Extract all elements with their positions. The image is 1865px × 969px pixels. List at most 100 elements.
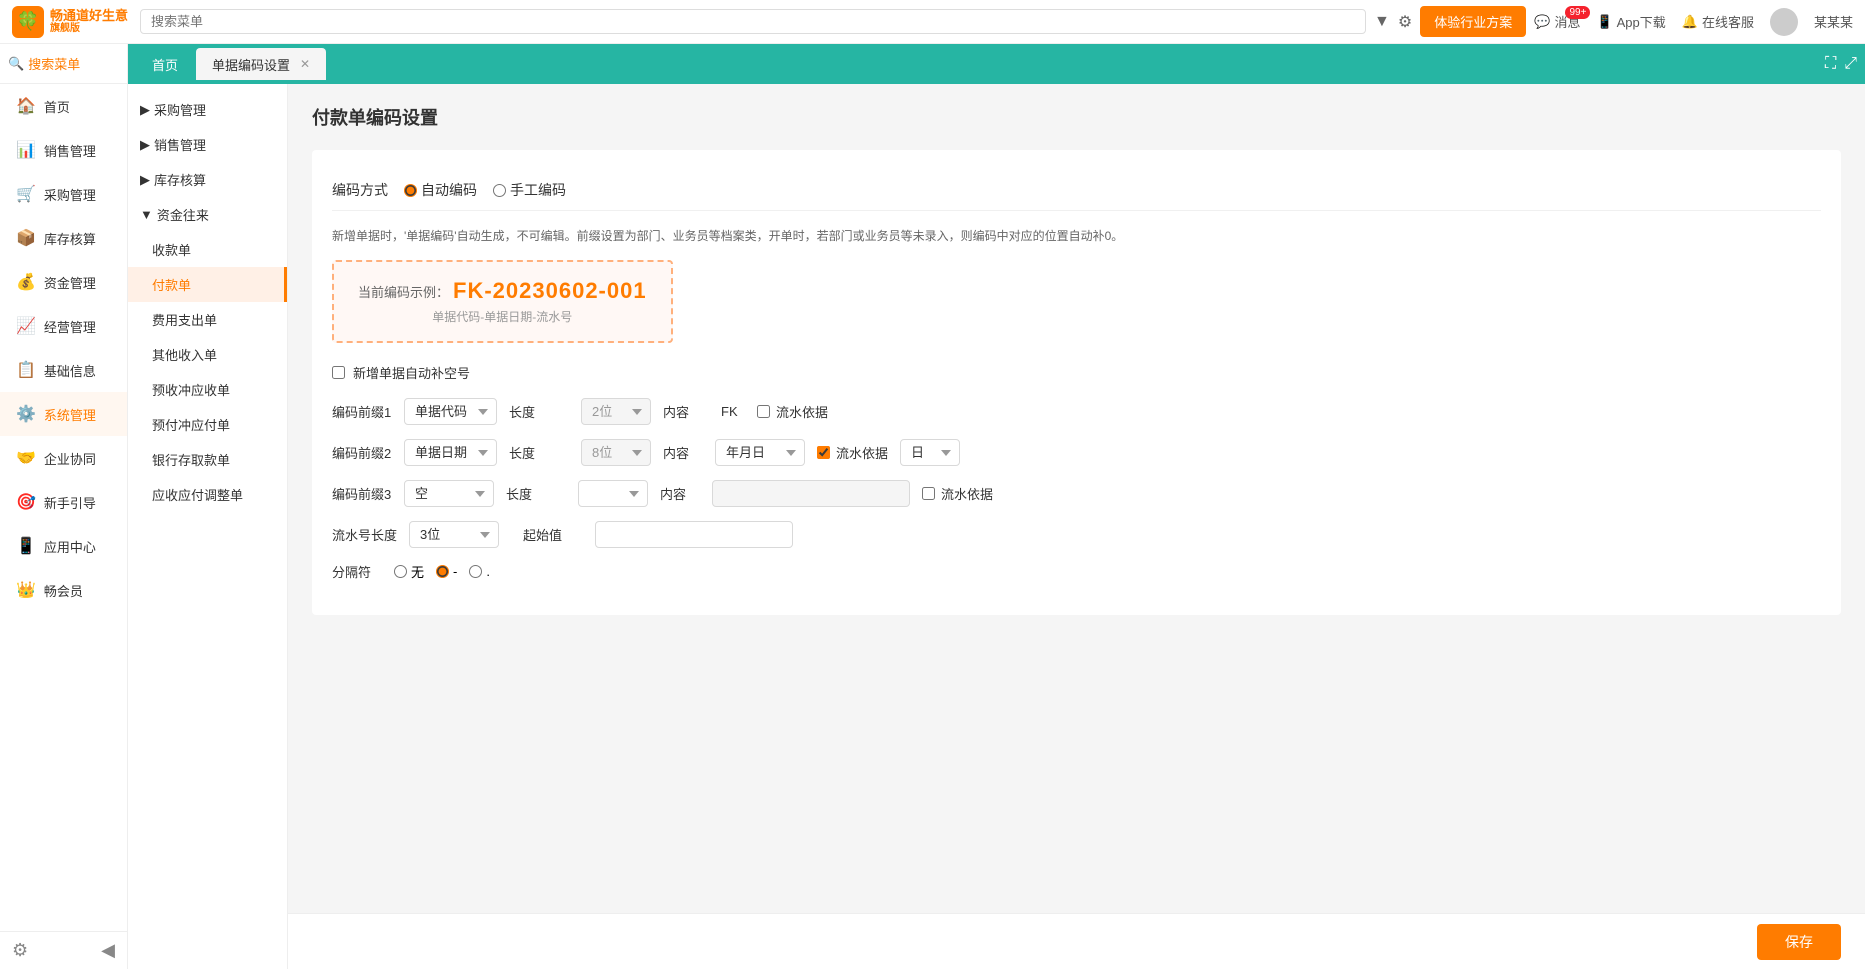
sep-none-input[interactable] <box>394 565 407 578</box>
sidebar-item-app-center[interactable]: 📱 应用中心 <box>0 524 127 568</box>
footer-gear-icon[interactable]: ⚙ <box>12 940 28 961</box>
message-badge: 99+ <box>1565 6 1590 19</box>
sidebar-item-operation[interactable]: 📈 经营管理 <box>0 304 127 348</box>
serial-length-select[interactable]: 3位 <box>409 521 499 548</box>
search-input[interactable] <box>140 9 1366 34</box>
sub-menu-group-capital: ▼ 资金往来 收款单 付款单 费用支出单 其他收入单 预收冲应收单 预付冲应付单… <box>128 197 287 512</box>
sub-menu-item-prepaid-offset[interactable]: 预收冲应收单 <box>128 372 287 407</box>
prefix3-label: 编码前缀3 <box>332 484 392 503</box>
stream2-checkbox[interactable] <box>817 446 830 459</box>
sub-menu-group-sales: ▶ 销售管理 <box>128 127 287 162</box>
sub-menu-item-expense[interactable]: 费用支出单 <box>128 302 287 337</box>
sub-menu-label-inventory: 库存核算 <box>154 170 206 189</box>
sub-menu-item-advance-offset[interactable]: 预付冲应付单 <box>128 407 287 442</box>
sep-none-label: 无 <box>411 562 424 581</box>
start-value-input[interactable]: 1 <box>595 521 793 548</box>
stream3-checkbox[interactable] <box>922 487 935 500</box>
sidebar-item-corp[interactable]: 🤝 企业协同 <box>0 436 127 480</box>
form-row-prefix3: 编码前缀3 空 长度 内容 流水 <box>332 480 1821 507</box>
sidebar-search[interactable]: 🔍 搜索菜单 <box>0 44 127 84</box>
chevron-right-icon: ▶ <box>140 102 150 118</box>
online-service-item[interactable]: 🔔 在线客服 <box>1682 12 1754 31</box>
stream1-checkbox-item[interactable]: 流水依据 <box>757 402 828 421</box>
length1-select[interactable]: 2位 <box>581 398 651 425</box>
search-icon: 🔍 <box>8 56 24 72</box>
sub-menu-item-payment[interactable]: 付款单 <box>128 267 287 302</box>
sidebar-label-home: 首页 <box>44 97 70 116</box>
tab-fullscreen-icon[interactable]: ⤢ <box>1844 55 1857 73</box>
stream1-checkbox[interactable] <box>757 405 770 418</box>
sidebar-item-newbie[interactable]: 🎯 新手引导 <box>0 480 127 524</box>
sub-menu-header-sales[interactable]: ▶ 销售管理 <box>128 127 287 162</box>
sub-menu-header-inventory[interactable]: ▶ 库存核算 <box>128 162 287 197</box>
length2-select[interactable]: 8位 <box>581 439 651 466</box>
sidebar-item-system[interactable]: ⚙️ 系统管理 <box>0 392 127 436</box>
service-icon: 🔔 <box>1682 14 1698 30</box>
tab-home[interactable]: 首页 <box>136 48 194 80</box>
length3-select[interactable] <box>578 480 648 507</box>
sep-dash-radio[interactable]: - <box>436 564 457 579</box>
manual-code-radio[interactable]: 手工编码 <box>493 180 566 200</box>
settings-gear-button[interactable]: ⚙ <box>1398 12 1412 32</box>
auto-fill-checkbox[interactable] <box>332 366 345 379</box>
member-icon: 👑 <box>16 580 36 600</box>
sub-menu-item-receipt[interactable]: 收款单 <box>128 232 287 267</box>
footer-collapse-icon[interactable]: ◀ <box>101 940 115 961</box>
sub-menu-item-adjustment[interactable]: 应收应付调整单 <box>128 477 287 512</box>
app-download-label: App下载 <box>1617 12 1666 31</box>
form-row-prefix2: 编码前缀2 单据日期 长度 8位 内容 年月日 <box>332 439 1821 466</box>
sidebar-item-home[interactable]: 🏠 首页 <box>0 84 127 128</box>
sep-dot-input[interactable] <box>469 565 482 578</box>
stream2-unit-select[interactable]: 日 <box>900 439 960 466</box>
sidebar-item-basic[interactable]: 📋 基础信息 <box>0 348 127 392</box>
sep-none-radio[interactable]: 无 <box>394 562 424 581</box>
newbie-icon: 🎯 <box>16 492 36 512</box>
sidebar-item-inventory[interactable]: 📦 库存核算 <box>0 216 127 260</box>
sep-dash-label: - <box>453 564 457 579</box>
content2-select[interactable]: 年月日 <box>715 439 805 466</box>
prefix3-select[interactable]: 空 <box>404 480 494 507</box>
online-service-label: 在线客服 <box>1702 12 1754 31</box>
info-text: 新增单据时，'单据编码'自动生成，不可编辑。前缀设置为部门、业务员等档案类，开单… <box>332 227 1821 246</box>
app-download-item[interactable]: 📱 App下载 <box>1596 12 1665 31</box>
sub-menu-header-purchase[interactable]: ▶ 采购管理 <box>128 92 287 127</box>
stream3-label: 流水依据 <box>941 484 993 503</box>
sub-menu-header-capital[interactable]: ▼ 资金往来 <box>128 197 287 232</box>
logo-name: 畅通道好生意 <box>50 8 128 24</box>
dropdown-arrow-button[interactable]: ▼ <box>1374 13 1390 31</box>
sub-sidebar: ▶ 采购管理 ▶ 销售管理 ▶ 库存核算 <box>128 84 288 969</box>
sep-dot-label: . <box>486 564 490 579</box>
sep-dot-radio[interactable]: . <box>469 564 490 579</box>
sep-dash-input[interactable] <box>436 565 449 578</box>
home-icon: 🏠 <box>16 96 36 116</box>
prefix2-select[interactable]: 单据日期 <box>404 439 497 466</box>
experience-button[interactable]: 体验行业方案 <box>1420 6 1526 37</box>
sidebar-item-member[interactable]: 👑 畅会员 <box>0 568 127 612</box>
sub-menu-item-bank[interactable]: 银行存取款单 <box>128 442 287 477</box>
tab-expand-icon[interactable]: ⛶ <box>1825 55 1836 73</box>
content3-input[interactable] <box>712 480 910 507</box>
tab-code-settings[interactable]: 单据编码设置 ✕ <box>196 48 326 80</box>
user-avatar[interactable] <box>1770 8 1798 36</box>
sub-menu-label-sales: 销售管理 <box>154 135 206 154</box>
sub-menu-item-other-income[interactable]: 其他收入单 <box>128 337 287 372</box>
auto-code-radio[interactable]: 自动编码 <box>404 180 477 200</box>
sidebar-item-purchase[interactable]: 🛒 采购管理 <box>0 172 127 216</box>
app-logo: 🍀 畅通道好生意 旗舰版 <box>12 6 132 38</box>
prefix1-select[interactable]: 单据代码 <box>404 398 497 425</box>
sidebar-item-sales[interactable]: 📊 销售管理 <box>0 128 127 172</box>
length2-label: 长度 <box>509 443 569 462</box>
operation-icon: 📈 <box>16 316 36 336</box>
manual-code-input[interactable] <box>493 184 506 197</box>
auto-code-input[interactable] <box>404 184 417 197</box>
message-item[interactable]: 💬 消息 99+ <box>1534 12 1580 31</box>
tab-close-icon[interactable]: ✕ <box>300 57 310 71</box>
auto-fill-label: 新增单据自动补空号 <box>353 363 470 382</box>
stream3-checkbox-item[interactable]: 流水依据 <box>922 484 993 503</box>
user-name: 某某某 <box>1814 12 1853 31</box>
sidebar-item-finance[interactable]: 💰 资金管理 <box>0 260 127 304</box>
inner-layout: ▶ 采购管理 ▶ 销售管理 ▶ 库存核算 <box>128 84 1865 969</box>
save-button[interactable]: 保存 <box>1757 924 1841 960</box>
chevron-right-icon2: ▶ <box>140 137 150 153</box>
stream2-checkbox-item[interactable]: 流水依据 <box>817 443 888 462</box>
